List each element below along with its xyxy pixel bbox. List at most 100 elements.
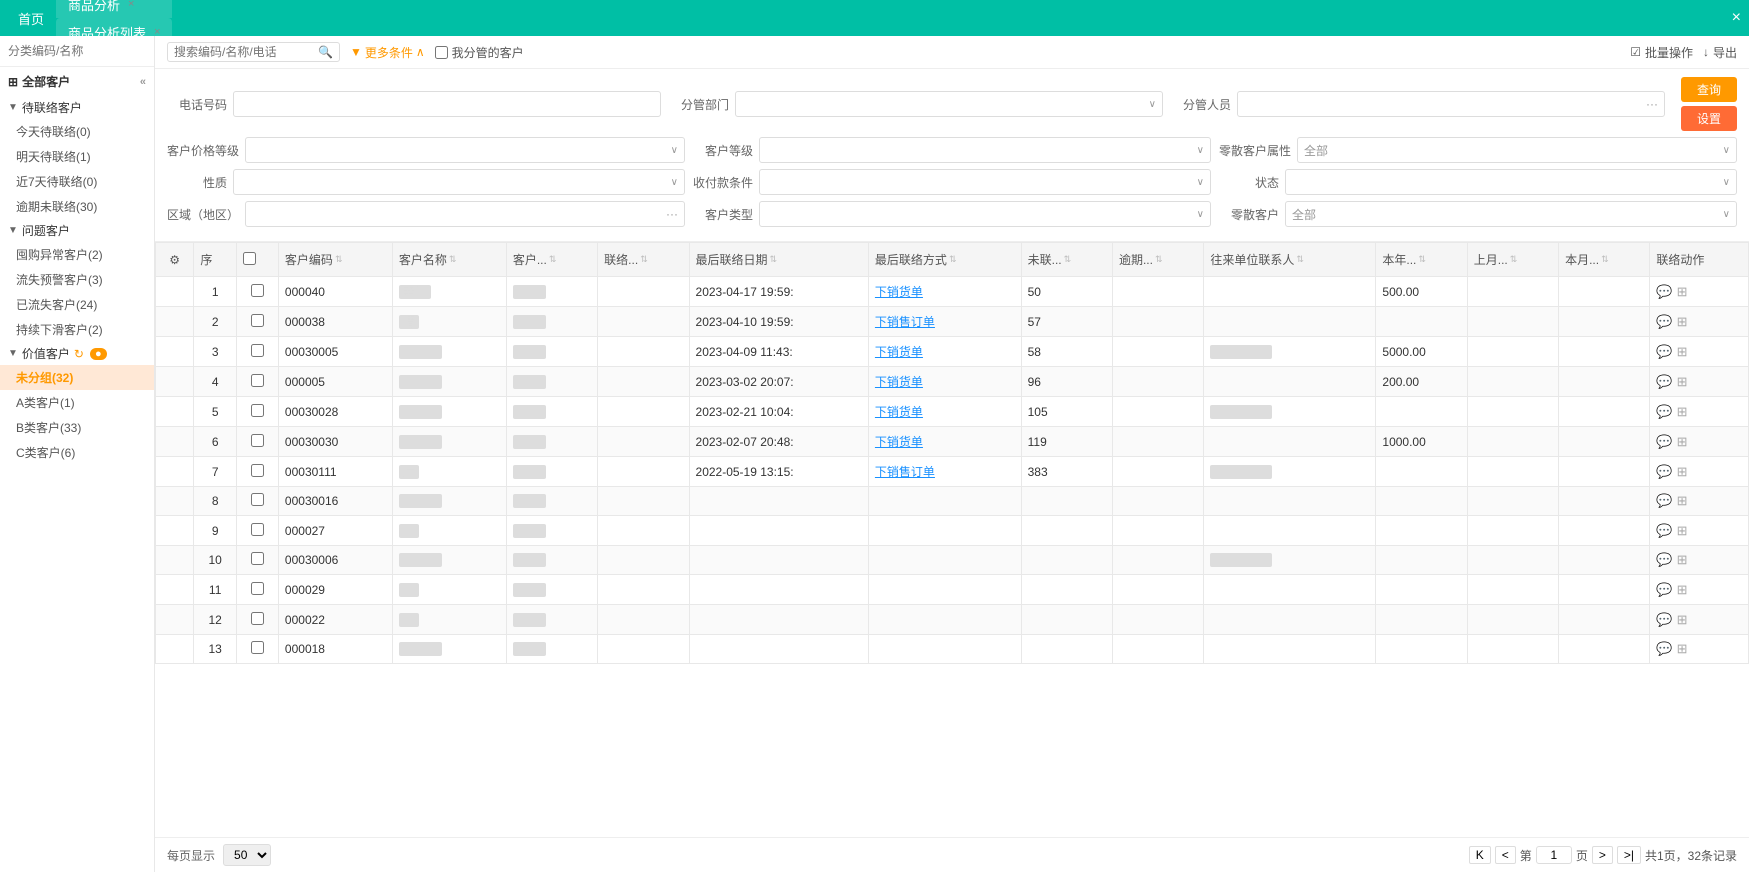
last-method-link[interactable]: 下销货单 <box>875 285 923 299</box>
row-check-cell[interactable] <box>236 605 278 635</box>
sidebar-item[interactable]: 囤购异常客户(2) <box>0 242 154 267</box>
reset-button[interactable]: 设置 <box>1681 106 1737 131</box>
chat-icon[interactable]: 💬 <box>1656 374 1672 390</box>
sidebar-item[interactable]: A类客户(1) <box>0 390 154 415</box>
all-customers-header[interactable]: ⊞全部客户 « <box>0 67 154 96</box>
row-checkbox[interactable] <box>251 404 264 417</box>
problem-group-header[interactable]: ▼ 问题客户 <box>0 219 154 242</box>
row-checkbox[interactable] <box>251 314 264 327</box>
grid-icon[interactable]: ⊞ <box>1677 612 1688 628</box>
row-checkbox[interactable] <box>251 582 264 595</box>
next-page-btn[interactable]: > <box>1592 846 1613 864</box>
nav-tab-analysis[interactable]: 商品分析× <box>56 0 172 18</box>
contact-col-header[interactable]: 联络...⇅ <box>598 243 689 277</box>
sidebar-item[interactable]: 明天待联络(1) <box>0 144 154 169</box>
cust-type-select[interactable]: ∨ <box>759 201 1211 227</box>
row-checkbox[interactable] <box>251 344 264 357</box>
row-check-cell[interactable] <box>236 307 278 337</box>
region-select[interactable]: ··· <box>245 201 685 227</box>
nature-select[interactable]: ∨ <box>233 169 685 195</box>
last-method-link[interactable]: 下销货单 <box>875 405 923 419</box>
row-check-cell[interactable] <box>236 277 278 307</box>
last-method-col-header[interactable]: 最后联络方式⇅ <box>868 243 1021 277</box>
manager-select[interactable]: ··· <box>1237 91 1665 117</box>
chat-icon[interactable]: 💬 <box>1656 314 1672 330</box>
grid-icon[interactable]: ⊞ <box>1677 493 1688 509</box>
no-contact-col-header[interactable]: 未联...⇅ <box>1021 243 1112 277</box>
main-search-icon[interactable]: 🔍 <box>318 45 333 59</box>
row-check-cell[interactable] <box>236 546 278 575</box>
grid-icon[interactable]: ⊞ <box>1677 641 1688 657</box>
sidebar-search-input[interactable] <box>8 44 155 58</box>
chat-icon[interactable]: 💬 <box>1656 493 1672 509</box>
score-group-header[interactable]: ▼ 价值客户 ↻ ● <box>0 342 154 365</box>
row-checkbox[interactable] <box>251 612 264 625</box>
row-check-cell[interactable] <box>236 427 278 457</box>
last-method-link[interactable]: 下销售订单 <box>875 465 935 479</box>
sidebar-item[interactable]: 逾期未联络(30) <box>0 194 154 219</box>
chat-icon[interactable]: 💬 <box>1656 612 1672 628</box>
chat-icon[interactable]: 💬 <box>1656 344 1672 360</box>
company-contact-col-header[interactable]: 往来单位联系人⇅ <box>1204 243 1376 277</box>
last-method-link[interactable]: 下销货单 <box>875 435 923 449</box>
row-checkbox[interactable] <box>251 284 264 297</box>
last-method-link[interactable]: 下销售订单 <box>875 315 935 329</box>
sidebar-item[interactable]: C类客户(6) <box>0 440 154 465</box>
row-check-cell[interactable] <box>236 397 278 427</box>
chat-icon[interactable]: 💬 <box>1656 404 1672 420</box>
chat-icon[interactable]: 💬 <box>1656 434 1672 450</box>
grid-icon[interactable]: ⊞ <box>1677 284 1688 300</box>
chat-icon[interactable]: 💬 <box>1656 523 1672 539</box>
row-checkbox[interactable] <box>251 374 264 387</box>
grid-icon[interactable]: ⊞ <box>1677 314 1688 330</box>
sidebar-item[interactable]: 流失预警客户(3) <box>0 267 154 292</box>
settings-col-header[interactable]: ⚙ <box>156 243 194 277</box>
code-col-header[interactable]: 客户编码⇅ <box>278 243 392 277</box>
prev-page-btn[interactable]: < <box>1495 846 1516 864</box>
status-select[interactable]: ∨ <box>1285 169 1737 195</box>
this-year-col-header[interactable]: 本年...⇅ <box>1376 243 1467 277</box>
row-check-cell[interactable] <box>236 635 278 664</box>
per-page-select[interactable]: 50 <box>223 844 271 866</box>
retail-attr-select[interactable]: 全部∨ <box>1297 137 1737 163</box>
row-checkbox[interactable] <box>251 464 264 477</box>
first-page-btn[interactable]: K <box>1469 846 1491 864</box>
grid-icon[interactable]: ⊞ <box>1677 434 1688 450</box>
home-tab[interactable]: 首页 <box>8 9 54 28</box>
sidebar-item[interactable]: B类客户(33) <box>0 415 154 440</box>
last-page-btn[interactable]: >| <box>1617 846 1641 864</box>
my-customers-checkbox[interactable] <box>435 46 448 59</box>
chat-icon[interactable]: 💬 <box>1656 552 1672 568</box>
last-date-col-header[interactable]: 最后联络日期⇅ <box>689 243 868 277</box>
row-checkbox[interactable] <box>251 523 264 536</box>
row-checkbox[interactable] <box>251 641 264 654</box>
row-check-cell[interactable] <box>236 457 278 487</box>
main-search-input[interactable] <box>174 45 314 59</box>
export-btn[interactable]: ↓ 导出 <box>1703 44 1737 61</box>
batch-operation-btn[interactable]: ☑ 批量操作 <box>1630 44 1693 61</box>
more-conditions-btn[interactable]: ▼ 更多条件 ∧ <box>350 44 425 61</box>
dept-select[interactable]: ∨ <box>735 91 1163 117</box>
grid-icon[interactable]: ⊞ <box>1677 464 1688 480</box>
row-check-cell[interactable] <box>236 516 278 546</box>
pending-group-header[interactable]: ▼ 待联络客户 <box>0 96 154 119</box>
sidebar-item[interactable]: 今天待联络(0) <box>0 119 154 144</box>
phone-input[interactable] <box>233 91 661 117</box>
type-col-header[interactable]: 客户...⇅ <box>506 243 597 277</box>
row-checkbox[interactable] <box>251 434 264 447</box>
sidebar-item[interactable]: 持续下滑客户(2) <box>0 317 154 342</box>
chat-icon[interactable]: 💬 <box>1656 464 1672 480</box>
name-col-header[interactable]: 客户名称⇅ <box>392 243 506 277</box>
grid-icon[interactable]: ⊞ <box>1677 523 1688 539</box>
sidebar-item[interactable]: 已流失客户(24) <box>0 292 154 317</box>
last-method-link[interactable]: 下销货单 <box>875 375 923 389</box>
row-checkbox[interactable] <box>251 552 264 565</box>
sidebar-item[interactable]: 未分组(32) <box>0 365 154 390</box>
chat-icon[interactable]: 💬 <box>1656 284 1672 300</box>
row-check-cell[interactable] <box>236 367 278 397</box>
overdue-col-header[interactable]: 逾期...⇅ <box>1112 243 1203 277</box>
last-method-link[interactable]: 下销货单 <box>875 345 923 359</box>
price-level-select[interactable]: ∨ <box>245 137 685 163</box>
row-check-cell[interactable] <box>236 337 278 367</box>
row-check-cell[interactable] <box>236 575 278 605</box>
